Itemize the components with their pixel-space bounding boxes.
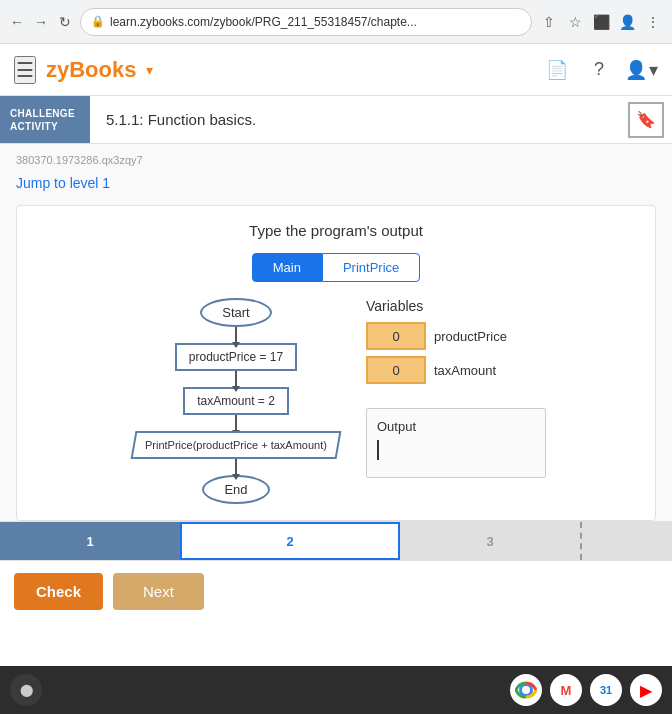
progress-segment-4[interactable] — [580, 522, 672, 560]
gmail-taskbar-icon[interactable]: M — [550, 674, 582, 706]
account-arrow: ▾ — [649, 59, 658, 81]
progress-segment-1[interactable]: 1 — [0, 522, 180, 560]
fc-arrow-3 — [235, 415, 237, 431]
diagram-row: Start productPrice = 17 taxAmount = 2 Pr… — [33, 298, 639, 504]
menu-button[interactable]: ⋮ — [642, 11, 664, 33]
refresh-button[interactable]: ↻ — [56, 13, 74, 31]
check-button[interactable]: Check — [14, 573, 103, 610]
address-bar[interactable]: 🔒 learn.zybooks.com/zybook/PRG_211_55318… — [80, 8, 532, 36]
tab-buttons: Main PrintPrice — [33, 253, 639, 282]
action-row: Check Next — [0, 560, 672, 622]
logo-dropdown-icon[interactable]: ▾ — [146, 62, 153, 78]
progress-bar: 1 2 3 — [0, 522, 672, 560]
extensions-button[interactable]: ⬛ — [590, 11, 612, 33]
help-button[interactable]: ? — [583, 54, 615, 86]
fc-arrow-2 — [235, 371, 237, 387]
var-row-2: 0 taxAmount — [366, 356, 546, 384]
calendar-taskbar-icon[interactable]: 31 — [590, 674, 622, 706]
progress-segment-3[interactable]: 3 — [400, 522, 580, 560]
account-icon: 👤 — [625, 59, 647, 81]
var1-box: 0 — [366, 322, 426, 350]
output-content — [377, 440, 535, 460]
bookmark-star-button[interactable]: ☆ — [564, 11, 586, 33]
browser-bar: ← → ↻ 🔒 learn.zybooks.com/zybook/PRG_211… — [0, 0, 672, 44]
var2-box: 0 — [366, 356, 426, 384]
content-icon-button[interactable]: 📄 — [541, 54, 573, 86]
jump-to-level-link[interactable]: Jump to level 1 — [16, 175, 110, 191]
svg-point-1 — [522, 686, 530, 694]
challenge-bar: CHALLENGE ACTIVITY 5.1.1: Function basic… — [0, 96, 672, 144]
content-area: 380370.1973286.qx3zqy7 Jump to level 1 T… — [0, 144, 672, 521]
fc-arrow-4 — [235, 459, 237, 475]
forward-button[interactable]: → — [32, 13, 50, 31]
fc-arrow-1 — [235, 327, 237, 343]
app-header: ☰ zyBooks ▾ 📄 ? 👤 ▾ — [0, 44, 672, 96]
bookmark-button[interactable]: 🔖 — [628, 102, 664, 138]
var2-name: taxAmount — [434, 363, 496, 378]
flowchart: Start productPrice = 17 taxAmount = 2 Pr… — [126, 298, 346, 504]
challenge-label: CHALLENGE ACTIVITY — [0, 96, 90, 143]
system-tray-icon[interactable]: ⬤ — [10, 674, 42, 706]
challenge-title: 5.1.1: Function basics. — [90, 111, 628, 128]
user-id: 380370.1973286.qx3zqy7 — [16, 154, 656, 166]
taskbar: ⬤ M 31 ▶ — [0, 666, 672, 714]
activity-area: Type the program's output Main PrintPric… — [16, 205, 656, 521]
var1-name: productPrice — [434, 329, 507, 344]
next-button[interactable]: Next — [113, 573, 204, 610]
chrome-taskbar-icon[interactable] — [510, 674, 542, 706]
youtube-taskbar-icon[interactable]: ▶ — [630, 674, 662, 706]
tab-print-price[interactable]: PrintPrice — [322, 253, 420, 282]
account-button[interactable]: 👤 ▾ — [625, 59, 658, 81]
var-row-1: 0 productPrice — [366, 322, 546, 350]
output-panel: Output — [366, 408, 546, 478]
url-text: learn.zybooks.com/zybook/PRG_211_5531845… — [110, 15, 417, 29]
fc-start: Start — [200, 298, 271, 327]
progress-section: 1 2 3 — [0, 521, 672, 560]
profile-button[interactable]: 👤 — [616, 11, 638, 33]
output-title: Output — [377, 419, 535, 434]
back-button[interactable]: ← — [8, 13, 26, 31]
share-button[interactable]: ⇧ — [538, 11, 560, 33]
right-column: Variables 0 productPrice 0 taxAmount Out… — [366, 298, 546, 478]
hamburger-menu[interactable]: ☰ — [14, 56, 36, 84]
fc-step3: PrintPrice(productPrice + taxAmount) — [131, 431, 342, 459]
progress-segment-2[interactable]: 2 — [180, 522, 400, 560]
activity-title: Type the program's output — [33, 222, 639, 239]
variables-title: Variables — [366, 298, 546, 314]
lock-icon: 🔒 — [91, 15, 105, 28]
logo: zyBooks — [46, 57, 136, 83]
browser-actions: ⇧ ☆ ⬛ 👤 ⋮ — [538, 11, 664, 33]
variables-panel: Variables 0 productPrice 0 taxAmount — [366, 298, 546, 390]
output-cursor — [377, 440, 379, 460]
tab-main[interactable]: Main — [252, 253, 322, 282]
